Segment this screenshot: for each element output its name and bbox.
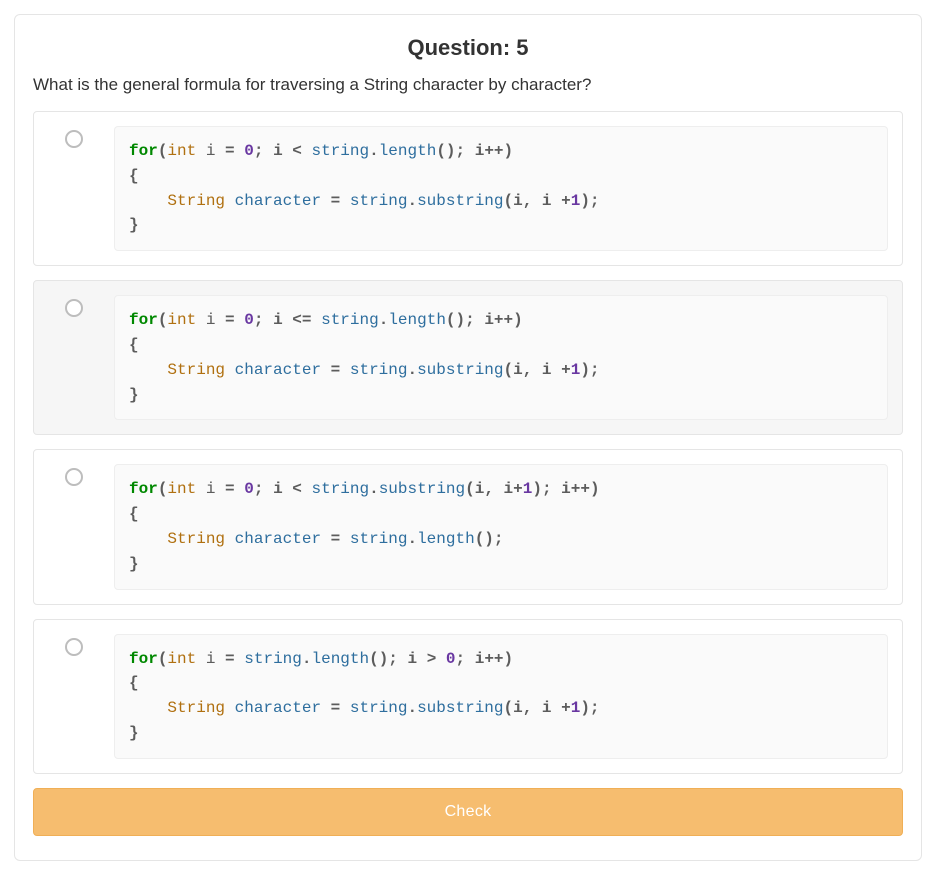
options-list: for(int i = 0; i < string.length(); i++)… [33, 111, 903, 774]
option-A[interactable]: for(int i = 0; i < string.length(); i++)… [33, 111, 903, 266]
radio-cell [34, 295, 114, 420]
radio-button[interactable] [65, 638, 83, 656]
code-snippet: for(int i = string.length(); i > 0; i++)… [114, 634, 888, 759]
check-button[interactable]: Check [33, 788, 903, 836]
radio-button[interactable] [65, 468, 83, 486]
radio-cell [34, 126, 114, 251]
question-title: Question: 5 [33, 35, 903, 61]
code-snippet: for(int i = 0; i < string.length(); i++)… [114, 126, 888, 251]
option-D[interactable]: for(int i = string.length(); i > 0; i++)… [33, 619, 903, 774]
code-snippet: for(int i = 0; i < string.substring(i, i… [114, 464, 888, 589]
question-prompt: What is the general formula for traversi… [33, 75, 903, 95]
radio-button[interactable] [65, 299, 83, 317]
radio-button[interactable] [65, 130, 83, 148]
option-C[interactable]: for(int i = 0; i < string.substring(i, i… [33, 449, 903, 604]
option-B[interactable]: for(int i = 0; i <= string.length(); i++… [33, 280, 903, 435]
code-snippet: for(int i = 0; i <= string.length(); i++… [114, 295, 888, 420]
radio-cell [34, 634, 114, 759]
question-card: Question: 5 What is the general formula … [14, 14, 922, 861]
radio-cell [34, 464, 114, 589]
